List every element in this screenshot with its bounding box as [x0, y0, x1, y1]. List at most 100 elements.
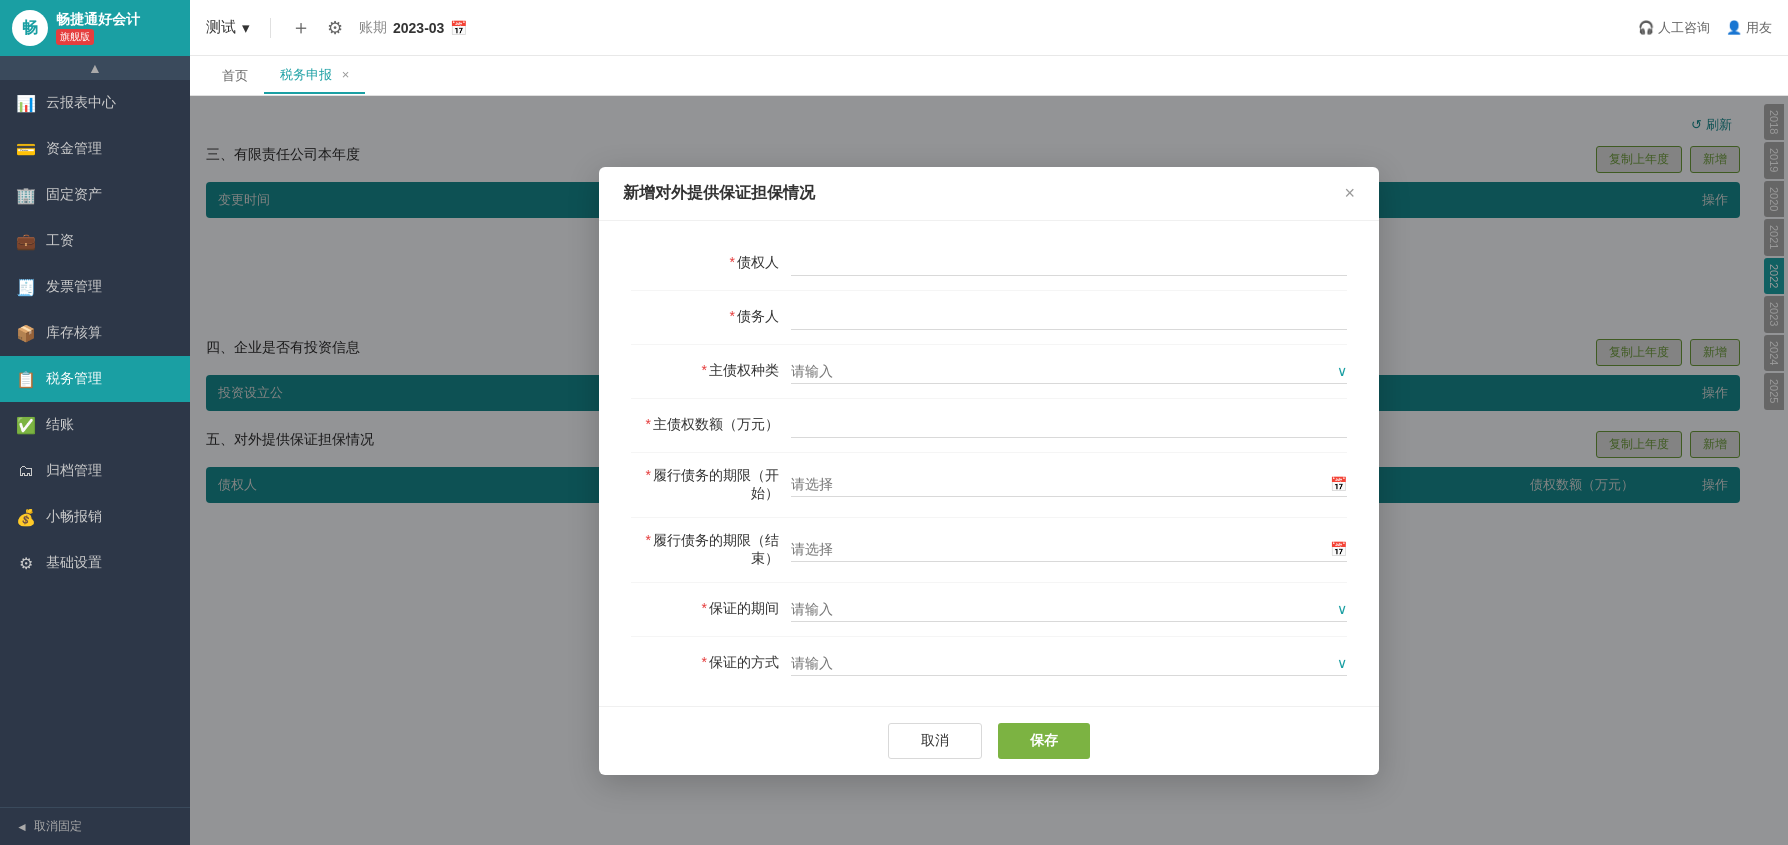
form-row-guarantee-period: *保证的期间 ∨	[631, 583, 1347, 637]
add-button[interactable]: ＋	[291, 14, 311, 41]
sidebar-collapse-icon: ◄	[16, 820, 28, 834]
tab-close-icon[interactable]: ×	[342, 67, 350, 82]
sidebar-label-archive-mgmt: 归档管理	[46, 462, 102, 480]
sidebar-icon-xiaochang: 💰	[16, 507, 36, 527]
sidebar-icon-tax-mgmt: 📋	[16, 369, 36, 389]
modal-close-button[interactable]: ×	[1344, 184, 1355, 202]
sidebar-item-basic-settings[interactable]: ⚙ 基础设置	[0, 540, 190, 586]
select-guarantee-period-input[interactable]	[791, 601, 1337, 617]
required-mark-7: *	[702, 600, 707, 616]
sidebar-item-xiaochang[interactable]: 💰 小畅报销	[0, 494, 190, 540]
date-start-input[interactable]	[791, 476, 1330, 492]
support-label: 人工咨询	[1658, 19, 1710, 37]
sidebar-icon-inventory: 📦	[16, 323, 36, 343]
sidebar-label-salary: 工资	[46, 232, 74, 250]
user-icon: 👤	[1726, 20, 1742, 35]
sidebar-label-xiaochang: 小畅报销	[46, 508, 102, 526]
form-row-debtor: *债务人	[631, 291, 1347, 345]
required-mark-6: *	[646, 532, 651, 548]
topbar-divider	[270, 18, 271, 38]
sidebar-collapse-label: 取消固定	[34, 818, 82, 835]
chevron-down-icon-debt-type[interactable]: ∨	[1337, 363, 1347, 379]
sidebar-header: 畅 畅捷通好会计 旗舰版	[0, 0, 190, 56]
select-debt-type[interactable]: ∨	[791, 359, 1347, 384]
tab-home[interactable]: 首页	[206, 59, 264, 93]
sidebar-label-basic-settings: 基础设置	[46, 554, 102, 572]
sidebar-label-fixed-assets: 固定资产	[46, 186, 102, 204]
sidebar-nav: 📊 云报表中心 💳 资金管理 🏢 固定资产 💼 工资 🧾 发票管理 📦 库存核算…	[0, 80, 190, 807]
sidebar-item-inventory[interactable]: 📦 库存核算	[0, 310, 190, 356]
label-creditor: *债权人	[631, 254, 791, 272]
logo-icon: 畅	[12, 10, 48, 46]
modal-header: 新增对外提供保证担保情况 ×	[599, 167, 1379, 221]
calendar-icon[interactable]: 📅	[450, 20, 467, 36]
sidebar-icon-archive-mgmt: 🗂	[16, 461, 36, 481]
sidebar-item-invoice-mgmt[interactable]: 🧾 发票管理	[0, 264, 190, 310]
period-label: 账期	[359, 19, 387, 37]
sidebar-item-cloud-reports[interactable]: 📊 云报表中心	[0, 80, 190, 126]
tab-tax-declaration[interactable]: 税务申报 ×	[264, 58, 365, 94]
date-debt-start[interactable]: 📅	[791, 472, 1347, 497]
content-tabs: 首页 税务申报 ×	[190, 56, 1788, 96]
chevron-down-icon-guarantee-method[interactable]: ∨	[1337, 655, 1347, 671]
select-guarantee-method[interactable]: ∨	[791, 651, 1347, 676]
input-debtor[interactable]	[791, 305, 1347, 330]
sidebar-icon-settlement: ✅	[16, 415, 36, 435]
date-debt-end[interactable]: 📅	[791, 537, 1347, 562]
sidebar: 畅 畅捷通好会计 旗舰版 ▲ 📊 云报表中心 💳 资金管理 🏢 固定资产 💼 工…	[0, 0, 190, 845]
required-mark-3: *	[702, 362, 707, 378]
save-button[interactable]: 保存	[998, 723, 1090, 759]
sidebar-label-settlement: 结账	[46, 416, 74, 434]
form-row-debt-amount: *主债权数额（万元）	[631, 399, 1347, 453]
main-area: 测试 ▾ ＋ ⚙ 账期 2023-03 📅 🎧 人工咨询 👤 用友	[190, 0, 1788, 845]
period-selector[interactable]: 账期 2023-03 📅	[359, 19, 467, 37]
sidebar-icon-basic-settings: ⚙	[16, 553, 36, 573]
modal-body[interactable]: *债权人 *债务人	[599, 221, 1379, 706]
select-debt-type-input[interactable]	[791, 363, 1337, 379]
sidebar-label-fund-mgmt: 资金管理	[46, 140, 102, 158]
settings-button[interactable]: ⚙	[327, 17, 343, 39]
sidebar-icon-fund-mgmt: 💳	[16, 139, 36, 159]
chevron-down-icon-guarantee-period[interactable]: ∨	[1337, 601, 1347, 617]
sidebar-label-tax-mgmt: 税务管理	[46, 370, 102, 388]
sidebar-item-salary[interactable]: 💼 工资	[0, 218, 190, 264]
user-menu[interactable]: 👤 用友	[1726, 19, 1772, 37]
sidebar-badge: 旗舰版	[56, 29, 94, 45]
sidebar-item-archive-mgmt[interactable]: 🗂 归档管理	[0, 448, 190, 494]
cancel-button[interactable]: 取消	[888, 723, 982, 759]
select-guarantee-period[interactable]: ∨	[791, 597, 1347, 622]
sidebar-label-cloud-reports: 云报表中心	[46, 94, 116, 112]
label-debt-end: *履行债务的期限（结束）	[631, 532, 791, 568]
content-area: ↺ 刷新 三、有限责任公司本年度 复制上年度 新增 变更时间 操作	[190, 96, 1788, 845]
company-selector[interactable]: 测试 ▾	[206, 18, 250, 37]
modal-footer: 取消 保存	[599, 706, 1379, 775]
input-debt-amount[interactable]	[791, 413, 1347, 438]
sidebar-bottom-toggle[interactable]: ◄ 取消固定	[0, 807, 190, 845]
sidebar-icon-salary: 💼	[16, 231, 36, 251]
calendar-start-icon[interactable]: 📅	[1330, 476, 1347, 492]
select-guarantee-method-input[interactable]	[791, 655, 1337, 671]
sidebar-item-fund-mgmt[interactable]: 💳 资金管理	[0, 126, 190, 172]
sidebar-scroll-up[interactable]: ▲	[0, 56, 190, 80]
required-mark-8: *	[702, 654, 707, 670]
sidebar-item-settlement[interactable]: ✅ 结账	[0, 402, 190, 448]
modal-dialog: 新增对外提供保证担保情况 × *债权人	[599, 167, 1379, 775]
label-debt-type: *主债权种类	[631, 362, 791, 380]
required-mark: *	[730, 254, 735, 270]
period-value: 2023-03	[393, 20, 444, 36]
topbar-right: 🎧 人工咨询 👤 用友	[1638, 19, 1772, 37]
tab-tax-label: 税务申报	[280, 67, 332, 82]
sidebar-label-invoice-mgmt: 发票管理	[46, 278, 102, 296]
calendar-end-icon[interactable]: 📅	[1330, 541, 1347, 557]
company-dropdown-icon: ▾	[242, 19, 250, 37]
label-debt-start: *履行债务的期限（开始）	[631, 467, 791, 503]
date-end-input[interactable]	[791, 541, 1330, 557]
sidebar-item-fixed-assets[interactable]: 🏢 固定资产	[0, 172, 190, 218]
sidebar-item-tax-mgmt[interactable]: 📋 税务管理	[0, 356, 190, 402]
form-row-creditor: *债权人	[631, 237, 1347, 291]
topbar: 测试 ▾ ＋ ⚙ 账期 2023-03 📅 🎧 人工咨询 👤 用友	[190, 0, 1788, 56]
input-creditor[interactable]	[791, 251, 1347, 276]
support-button[interactable]: 🎧 人工咨询	[1638, 19, 1710, 37]
label-guarantee-method: *保证的方式	[631, 654, 791, 672]
required-mark-2: *	[730, 308, 735, 324]
